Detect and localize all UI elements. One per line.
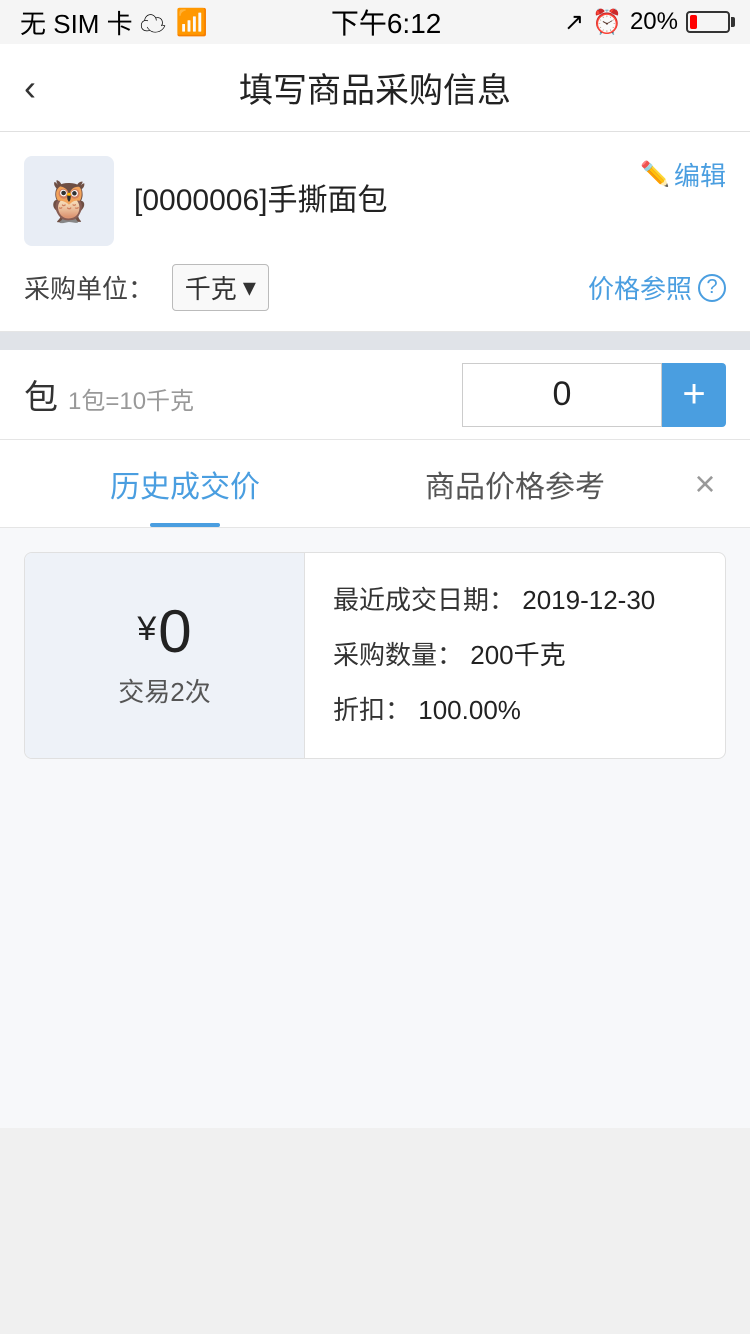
status-right: ↗ ⏰ 20% [564,8,730,37]
page-title: 填写商品采购信息 [239,63,511,112]
product-thumbnail: 🦉 [24,156,114,246]
product-top-row: 🦉 [0000006]手撕面包 ✏️ 编辑 [24,156,726,246]
card-price-display: ¥ 0 [137,602,191,662]
wifi-icon: 📶 [176,7,208,38]
qty-main-unit: 包 [24,370,58,419]
detail-date-row: 最近成交日期： 2019-12-30 [333,581,697,620]
tab-history-price[interactable]: 历史成交价 [20,440,350,527]
date-value: 2019-12-30 [522,585,655,615]
discount-label: 折扣： [333,695,411,725]
tab-product-label: 商品价格参考 [425,462,605,506]
card-detail-section: 最近成交日期： 2019-12-30 采购数量： 200千克 折扣： 100.0… [305,553,725,758]
tab-product-price-ref[interactable]: 商品价格参考 [350,440,680,527]
sim-label: 无 SIM 卡 ☁ [20,4,166,41]
product-unit-row: 采购单位： 千克 ▾ 价格参照 ? [24,264,726,311]
discount-value: 100.00% [418,695,521,725]
card-price-section: ¥ 0 交易2次 [25,553,305,758]
detail-discount-row: 折扣： 100.00% [333,691,697,730]
price-currency: ¥ [137,610,156,649]
status-time: 下午6:12 [331,2,442,42]
qty-unit-info: 包 1包=10千克 [24,370,462,419]
tabs-panel: 历史成交价 商品价格参考 × ¥ 0 交易2次 最近成交日期： 2019-12-… [0,440,750,1128]
unit-info: 采购单位： 千克 ▾ [24,264,269,311]
qty-detail-value: 200千克 [470,640,565,670]
back-button[interactable]: ‹ [24,67,36,109]
qty-input[interactable]: 0 [462,363,662,427]
price-value: 0 [158,602,191,662]
trade-count: 交易2次 [118,672,210,709]
battery-pct: 20% [630,8,678,36]
edit-button[interactable]: ✏️ 编辑 [640,156,726,193]
product-left: 🦉 [0000006]手撕面包 [24,156,387,246]
product-owl-icon: 🦉 [44,178,94,225]
unit-value: 千克 [185,269,237,306]
price-reference-link[interactable]: 价格参照 ? [588,269,726,306]
edit-icon: ✏️ [640,160,670,189]
edit-label: 编辑 [674,156,726,193]
section-divider [0,332,750,350]
qty-label: 采购数量： [333,640,463,670]
unit-label: 采购单位： [24,274,154,304]
tabs-header: 历史成交价 商品价格参考 × [0,440,750,528]
status-bar: 无 SIM 卡 ☁ 📶 下午6:12 ↗ ⏰ 20% [0,0,750,44]
help-icon: ? [698,274,726,302]
product-section: 🦉 [0000006]手撕面包 ✏️ 编辑 采购单位： 千克 ▾ 价格参照 ? [0,132,750,332]
transaction-card: ¥ 0 交易2次 最近成交日期： 2019-12-30 采购数量： 200千克 … [24,552,726,759]
unit-select-dropdown[interactable]: 千克 ▾ [172,264,269,311]
detail-qty-row: 采购数量： 200千克 [333,636,697,675]
tab-active-indicator [150,523,220,527]
qty-controls: 0 + [462,363,726,427]
nav-header: ‹ 填写商品采购信息 [0,44,750,132]
date-label: 最近成交日期： [333,585,515,615]
tab-history-label: 历史成交价 [110,462,260,506]
qty-conversion: 1包=10千克 [68,381,194,416]
battery-icon [686,11,730,33]
status-left: 无 SIM 卡 ☁ 📶 [20,4,208,41]
dropdown-arrow-icon: ▾ [243,272,256,303]
location-icon: ↗ [564,8,584,37]
qty-plus-button[interactable]: + [662,363,726,427]
price-ref-label: 价格参照 [588,269,692,306]
battery-fill [690,15,697,29]
tabs-close-button[interactable]: × [680,459,730,509]
cards-area: ¥ 0 交易2次 最近成交日期： 2019-12-30 采购数量： 200千克 … [0,528,750,1128]
product-name: [0000006]手撕面包 [134,180,387,222]
alarm-icon: ⏰ [592,8,622,37]
quantity-row: 包 1包=10千克 0 + [0,350,750,440]
